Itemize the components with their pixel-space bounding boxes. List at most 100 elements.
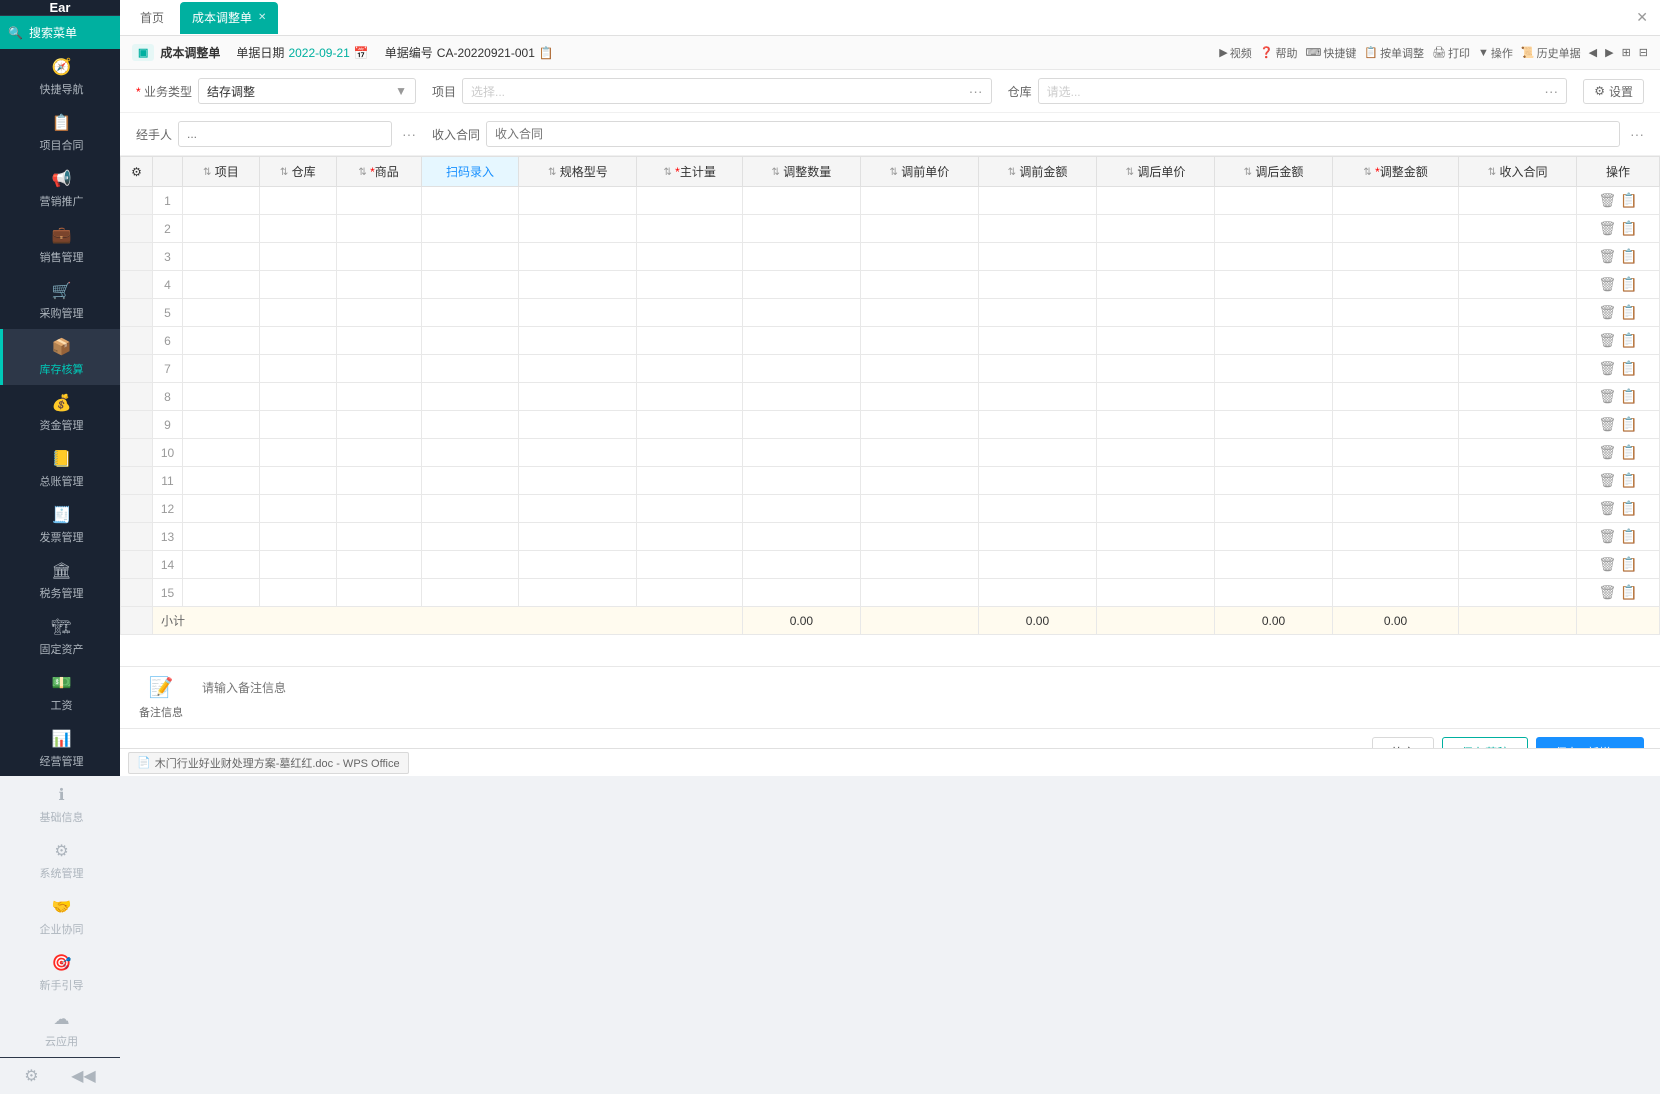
cell-4-9[interactable] bbox=[1096, 271, 1214, 299]
copy-icon-5[interactable]: 📋 bbox=[1620, 304, 1637, 321]
cell-9-8[interactable] bbox=[978, 411, 1096, 439]
cell-4-1[interactable] bbox=[259, 271, 336, 299]
cell-7-12[interactable] bbox=[1459, 355, 1577, 383]
print-action[interactable]: 🖨 打印 bbox=[1432, 45, 1470, 61]
delete-icon-12[interactable]: 🗑 bbox=[1598, 500, 1616, 517]
cell-7-7[interactable] bbox=[860, 355, 978, 383]
cell-5-8[interactable] bbox=[978, 299, 1096, 327]
taskbar-wps-item[interactable]: 📄 木门行业好业财处理方案-墓红红.doc - WPS Office bbox=[128, 752, 409, 774]
cell-9-6[interactable] bbox=[742, 411, 860, 439]
cell-3-11[interactable] bbox=[1333, 243, 1459, 271]
cell-8-1[interactable] bbox=[259, 383, 336, 411]
cell-3-5[interactable] bbox=[637, 243, 742, 271]
cell-10-4[interactable] bbox=[519, 439, 637, 467]
cell-3-7[interactable] bbox=[860, 243, 978, 271]
delete-icon-1[interactable]: 🗑 bbox=[1598, 192, 1616, 209]
copy-icon-6[interactable]: 📋 bbox=[1620, 332, 1637, 349]
sidebar-item-ledger-mgmt[interactable]: 📒 总账管理 bbox=[0, 441, 120, 497]
cell-8-11[interactable] bbox=[1333, 383, 1459, 411]
history-action[interactable]: 📜 历史单据 bbox=[1521, 45, 1581, 61]
sidebar-item-sales-promotion[interactable]: 📢 营销推广 bbox=[0, 161, 120, 217]
tab-cost-adjust[interactable]: 成本调整单 ✕ bbox=[180, 2, 278, 34]
sidebar-item-new-guide[interactable]: 🎯 新手引导 bbox=[0, 945, 120, 1001]
cell-1-6[interactable] bbox=[742, 187, 860, 215]
cell-13-9[interactable] bbox=[1096, 523, 1214, 551]
cell-13-0[interactable] bbox=[183, 523, 260, 551]
copy-icon[interactable]: 📋 bbox=[539, 46, 554, 60]
cell-9-9[interactable] bbox=[1096, 411, 1214, 439]
cell-6-3[interactable] bbox=[421, 327, 519, 355]
cell-2-10[interactable] bbox=[1215, 215, 1333, 243]
cell-6-2[interactable] bbox=[336, 327, 421, 355]
cell-5-12[interactable] bbox=[1459, 299, 1577, 327]
cell-6-4[interactable] bbox=[519, 327, 637, 355]
cell-3-10[interactable] bbox=[1215, 243, 1333, 271]
cell-4-2[interactable] bbox=[336, 271, 421, 299]
cell-9-0[interactable] bbox=[183, 411, 260, 439]
col-prev-unit-price[interactable]: ⇅ 调前单价 bbox=[860, 157, 978, 187]
cell-3-9[interactable] bbox=[1096, 243, 1214, 271]
delete-icon-4[interactable]: 🗑 bbox=[1598, 276, 1616, 293]
calendar-icon[interactable]: 📅 bbox=[354, 46, 369, 60]
cell-2-12[interactable] bbox=[1459, 215, 1577, 243]
cell-15-6[interactable] bbox=[742, 579, 860, 607]
cell-2-9[interactable] bbox=[1096, 215, 1214, 243]
cell-2-11[interactable] bbox=[1333, 215, 1459, 243]
cell-11-8[interactable] bbox=[978, 467, 1096, 495]
cell-15-11[interactable] bbox=[1333, 579, 1459, 607]
cell-5-2[interactable] bbox=[336, 299, 421, 327]
copy-icon-8[interactable]: 📋 bbox=[1620, 388, 1637, 405]
cell-14-6[interactable] bbox=[742, 551, 860, 579]
check-adj-action[interactable]: 📋 按单调整 bbox=[1364, 45, 1424, 61]
sidebar-item-purchase-mgmt[interactable]: 🛒 采购管理 bbox=[0, 273, 120, 329]
cell-14-0[interactable] bbox=[183, 551, 260, 579]
operations-action[interactable]: ▼ 操作 bbox=[1478, 45, 1513, 61]
cell-8-9[interactable] bbox=[1096, 383, 1214, 411]
cell-11-5[interactable] bbox=[637, 467, 742, 495]
col-gear[interactable]: ⚙ bbox=[121, 157, 153, 187]
cell-8-8[interactable] bbox=[978, 383, 1096, 411]
tab-home[interactable]: 首页 bbox=[128, 2, 176, 34]
cell-2-0[interactable] bbox=[183, 215, 260, 243]
cell-10-11[interactable] bbox=[1333, 439, 1459, 467]
cell-11-4[interactable] bbox=[519, 467, 637, 495]
cell-2-6[interactable] bbox=[742, 215, 860, 243]
cell-10-7[interactable] bbox=[860, 439, 978, 467]
tab-close-icon[interactable]: ✕ bbox=[258, 12, 266, 23]
cell-13-8[interactable] bbox=[978, 523, 1096, 551]
cell-8-12[interactable] bbox=[1459, 383, 1577, 411]
delete-icon-14[interactable]: 🗑 bbox=[1598, 556, 1616, 573]
cell-7-9[interactable] bbox=[1096, 355, 1214, 383]
cell-4-8[interactable] bbox=[978, 271, 1096, 299]
nav-prev-button[interactable]: ◀ bbox=[1589, 46, 1597, 59]
col-adj-qty[interactable]: ⇅ 调整数量 bbox=[742, 157, 860, 187]
copy-icon-2[interactable]: 📋 bbox=[1620, 220, 1637, 237]
copy-icon-7[interactable]: 📋 bbox=[1620, 360, 1637, 377]
cell-14-1[interactable] bbox=[259, 551, 336, 579]
copy-icon-10[interactable]: 📋 bbox=[1620, 444, 1637, 461]
cell-9-5[interactable] bbox=[637, 411, 742, 439]
copy-icon-13[interactable]: 📋 bbox=[1620, 528, 1637, 545]
cell-4-7[interactable] bbox=[860, 271, 978, 299]
cell-7-0[interactable] bbox=[183, 355, 260, 383]
col-product[interactable]: ⇅ *商品 bbox=[336, 157, 421, 187]
col-after-amount[interactable]: ⇅ 调后金额 bbox=[1215, 157, 1333, 187]
cell-11-12[interactable] bbox=[1459, 467, 1577, 495]
cell-8-10[interactable] bbox=[1215, 383, 1333, 411]
col-project[interactable]: ⇅ 项目 bbox=[183, 157, 260, 187]
cell-1-0[interactable] bbox=[183, 187, 260, 215]
cell-5-11[interactable] bbox=[1333, 299, 1459, 327]
delete-icon-3[interactable]: 🗑 bbox=[1598, 248, 1616, 265]
income-contract-dots[interactable]: ··· bbox=[1630, 126, 1644, 142]
sidebar-item-sys-mgmt[interactable]: ⚙ 系统管理 bbox=[0, 833, 120, 889]
cell-1-11[interactable] bbox=[1333, 187, 1459, 215]
delete-icon-9[interactable]: 🗑 bbox=[1598, 416, 1616, 433]
cell-12-3[interactable] bbox=[421, 495, 519, 523]
collapse-icon[interactable]: ◀◀ bbox=[71, 1066, 96, 1086]
cell-5-1[interactable] bbox=[259, 299, 336, 327]
col-adj-amount[interactable]: ⇅ *调整金额 bbox=[1333, 157, 1459, 187]
cell-10-1[interactable] bbox=[259, 439, 336, 467]
cell-7-5[interactable] bbox=[637, 355, 742, 383]
cell-1-4[interactable] bbox=[519, 187, 637, 215]
cell-10-12[interactable] bbox=[1459, 439, 1577, 467]
